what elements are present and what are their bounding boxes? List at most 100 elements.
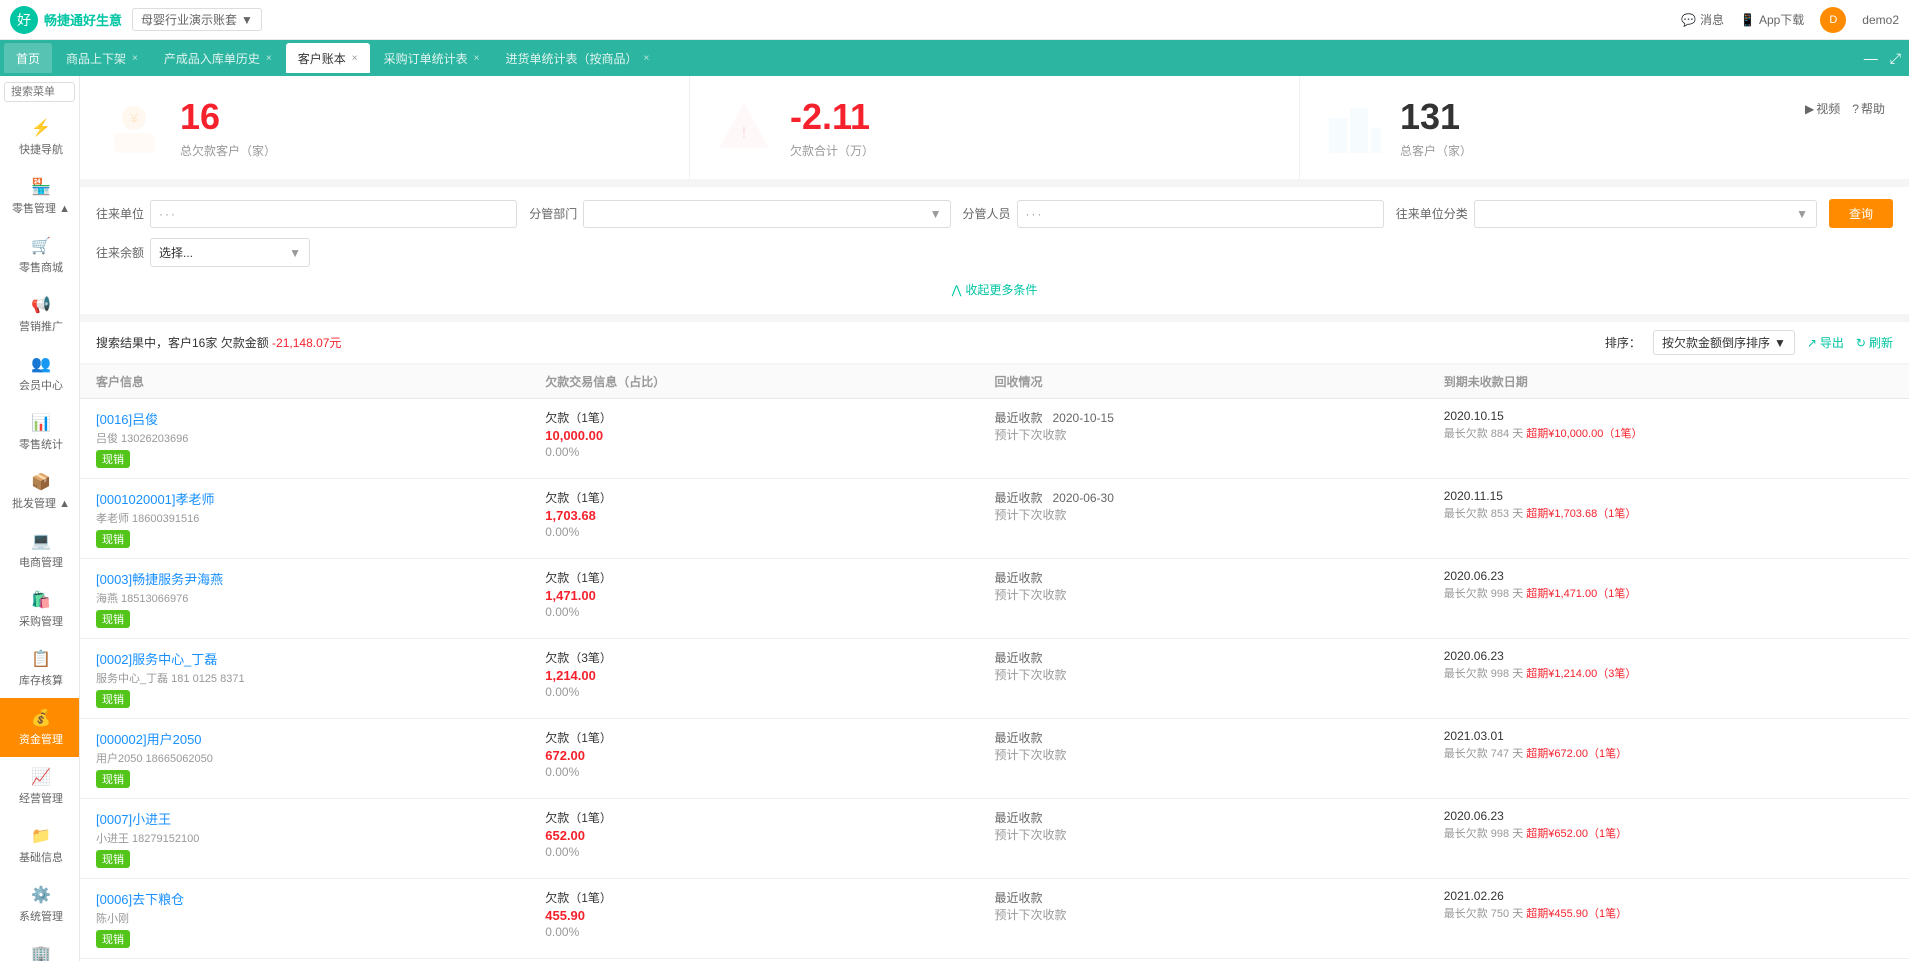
sidebar-item-basic-info[interactable]: 📁 基础信息	[0, 816, 79, 875]
arrears-count-5: 欠款（1笔）	[545, 729, 994, 746]
overdue-days-3: 最长欠款 998 天 超期¥1,471.00（1笔）	[1444, 585, 1893, 601]
overdue-link-6[interactable]: 超期¥652.00（1笔）	[1526, 828, 1627, 840]
stat-label-arrears: 欠款合计（万）	[790, 142, 1275, 159]
tab-incoming-stats-label: 进货单统计表（按商品）	[505, 50, 637, 67]
sidebar-item-retail-mgmt[interactable]: 🏪 零售管理 ▲	[0, 167, 79, 226]
tab-customer-account[interactable]: 客户账本 ×	[286, 43, 370, 73]
sidebar-item-quick-nav[interactable]: ⚡ 快捷导航	[0, 108, 79, 167]
overdue-link-7[interactable]: 超期¥455.90（1笔）	[1526, 908, 1627, 920]
sort-select[interactable]: 按欠款金额倒序排序 ▼	[1653, 330, 1795, 355]
refresh-btn[interactable]: ↻ 刷新	[1856, 334, 1893, 351]
sidebar-item-enterprise[interactable]: 🏢 企业协同	[0, 934, 79, 961]
sidebar-item-ecommerce[interactable]: 💻 电商管理	[0, 521, 79, 580]
arrears-percent-4: 0.00%	[545, 685, 994, 699]
message-btn[interactable]: 💬 消息	[1681, 11, 1724, 28]
sidebar-item-batch-mgmt[interactable]: 📦 批发管理 ▲	[0, 462, 79, 521]
filter-row-2: 往来余额 选择... ▼	[96, 238, 1893, 267]
customer-name-link-6[interactable]: [0007]小进王	[96, 812, 171, 827]
maximize-icon[interactable]: ⤢	[1886, 48, 1905, 69]
sidebar-item-finance[interactable]: 💰 资金管理	[0, 698, 79, 757]
close-purchase-order-icon[interactable]: ×	[474, 53, 480, 64]
member-center-icon: 👥	[31, 354, 51, 374]
close-goods-status-icon[interactable]: ×	[132, 53, 138, 64]
sidebar-quick-nav-label: 快捷导航	[19, 141, 63, 157]
tab-incoming-stats[interactable]: 进货单统计表（按商品） ×	[493, 43, 661, 73]
customer-sub-7: 陈小刚	[96, 910, 545, 926]
customer-name-link-2[interactable]: [0001020001]孝老师	[96, 492, 215, 507]
sidebar-marketing-label: 营销推广	[19, 318, 63, 334]
inventory-icon: 📋	[31, 649, 51, 669]
sidebar-retail-store-label: 零售商城	[19, 259, 63, 275]
video-btn[interactable]: ▶ 视频	[1805, 100, 1840, 117]
close-product-history-icon[interactable]: ×	[266, 53, 272, 64]
recovery-cell-5: 最近收款 预计下次收款	[995, 729, 1444, 763]
close-customer-account-icon[interactable]: ×	[352, 53, 358, 64]
sidebar-item-operations[interactable]: 📈 经营管理	[0, 757, 79, 816]
avatar[interactable]: D	[1820, 7, 1846, 33]
sidebar-item-system[interactable]: ⚙️ 系统管理	[0, 875, 79, 934]
arrears-amount-2: 1,703.68	[545, 508, 994, 523]
overdue-link-5[interactable]: 超期¥672.00（1笔）	[1526, 748, 1627, 760]
tab-home[interactable]: 首页	[4, 43, 52, 73]
help-label: 帮助	[1861, 100, 1885, 117]
customer-name-link-5[interactable]: [000002]用户2050	[96, 732, 202, 747]
play-icon: ▶	[1805, 102, 1814, 116]
data-table: 客户信息 欠款交易信息（占比） 回收情况 到期未收款日期 [0016]吕俊 吕俊…	[80, 365, 1909, 961]
overdue-link-2[interactable]: 超期¥1,703.68（1笔）	[1526, 508, 1636, 520]
arrears-cell-5: 欠款（1笔） 672.00 0.00%	[545, 729, 994, 779]
customer-sub-3: 海燕 18513066976	[96, 590, 545, 606]
sidebar-item-marketing[interactable]: 📢 营销推广	[0, 285, 79, 344]
sidebar: ⚡ 快捷导航 🏪 零售管理 ▲ 🛒 零售商城 📢 营销推广 👥 会员中心 📊 零…	[0, 76, 80, 961]
phone-icon: 📱	[1740, 13, 1755, 27]
export-btn[interactable]: ↗ 导出	[1807, 334, 1844, 351]
filter-department-label: 分管部门	[529, 205, 577, 222]
filter-balance-placeholder: 选择...	[159, 244, 193, 261]
sidebar-item-purchase-mgmt[interactable]: 🛍️ 采购管理	[0, 580, 79, 639]
overdue-link-3[interactable]: 超期¥1,471.00（1笔）	[1526, 588, 1636, 600]
recovery-cell-3: 最近收款 预计下次收款	[995, 569, 1444, 603]
filter-manager-input[interactable]: ···	[1017, 200, 1384, 228]
customer-sub-6: 小进王 18279152100	[96, 830, 545, 846]
recovery-cell-1: 最近收款 2020-10-15 预计下次收款	[995, 409, 1444, 443]
sidebar-item-retail-stats[interactable]: 📊 零售统计	[0, 403, 79, 462]
sidebar-item-member-center[interactable]: 👥 会员中心	[0, 344, 79, 403]
amount-label: 欠款金额	[221, 336, 272, 350]
minimize-icon[interactable]: —	[1860, 48, 1882, 68]
filter-balance-input[interactable]: 选择... ▼	[150, 238, 310, 267]
search-input[interactable]	[4, 82, 75, 102]
filter-unit-category-input[interactable]: ▼	[1474, 200, 1817, 228]
customer-name-link-1[interactable]: [0016]吕俊	[96, 412, 158, 427]
customer-name-link-3[interactable]: [0003]畅捷服务尹海燕	[96, 572, 223, 587]
recovery-cell-7: 最近收款 预计下次收款	[995, 889, 1444, 923]
stat-card-total-customers: 131 总客户（家） ▶ 视频 ? 帮助	[1300, 76, 1909, 179]
app-download-btn[interactable]: 📱 App下载	[1740, 11, 1804, 28]
arrears-cell-3: 欠款（1笔） 1,471.00 0.00%	[545, 569, 994, 619]
sidebar-item-inventory[interactable]: 📋 库存核算	[0, 639, 79, 698]
tab-product-history[interactable]: 产成品入库单历史 ×	[152, 43, 284, 73]
filter-balance-label: 往来余额	[96, 244, 144, 261]
logo-icon: 好	[10, 6, 38, 34]
username: demo2	[1862, 13, 1899, 27]
sidebar-item-retail-store[interactable]: 🛒 零售商城	[0, 226, 79, 285]
date-cell-3: 2020.06.23 最长欠款 998 天 超期¥1,471.00（1笔）	[1444, 569, 1893, 601]
search-button[interactable]: 查询	[1829, 199, 1893, 228]
store-selector[interactable]: 母婴行业演示账套 ▼	[132, 8, 262, 31]
tab-purchase-order[interactable]: 采购订单统计表 ×	[372, 43, 492, 73]
tab-goods-status-label: 商品上下架	[66, 50, 126, 67]
tab-goods-status[interactable]: 商品上下架 ×	[54, 43, 150, 73]
overdue-link-4[interactable]: 超期¥1,214.00（3笔）	[1526, 668, 1636, 680]
col-header-date: 到期未收款日期	[1444, 373, 1893, 390]
stat-number-overdue-customers: 16	[180, 96, 665, 138]
customer-name-link-7[interactable]: [0006]去下粮仓	[96, 892, 184, 907]
tab-customer-account-label: 客户账本	[298, 50, 346, 67]
help-btn[interactable]: ? 帮助	[1852, 100, 1885, 117]
overdue-link-1[interactable]: 超期¥10,000.00（1笔）	[1526, 428, 1642, 440]
filter-from-unit: 往来单位 ···	[96, 200, 517, 228]
filter-from-unit-input[interactable]: ···	[150, 200, 517, 228]
close-incoming-stats-icon[interactable]: ×	[643, 53, 649, 64]
filter-department-input[interactable]: ▼	[583, 200, 950, 228]
customer-name-link-4[interactable]: [0002]服务中心_丁磊	[96, 652, 217, 667]
collapse-btn[interactable]: ⋀ 收起更多条件	[96, 277, 1893, 302]
sidebar-ecommerce-label: 电商管理	[19, 554, 63, 570]
arrears-amount-1: 10,000.00	[545, 428, 994, 443]
